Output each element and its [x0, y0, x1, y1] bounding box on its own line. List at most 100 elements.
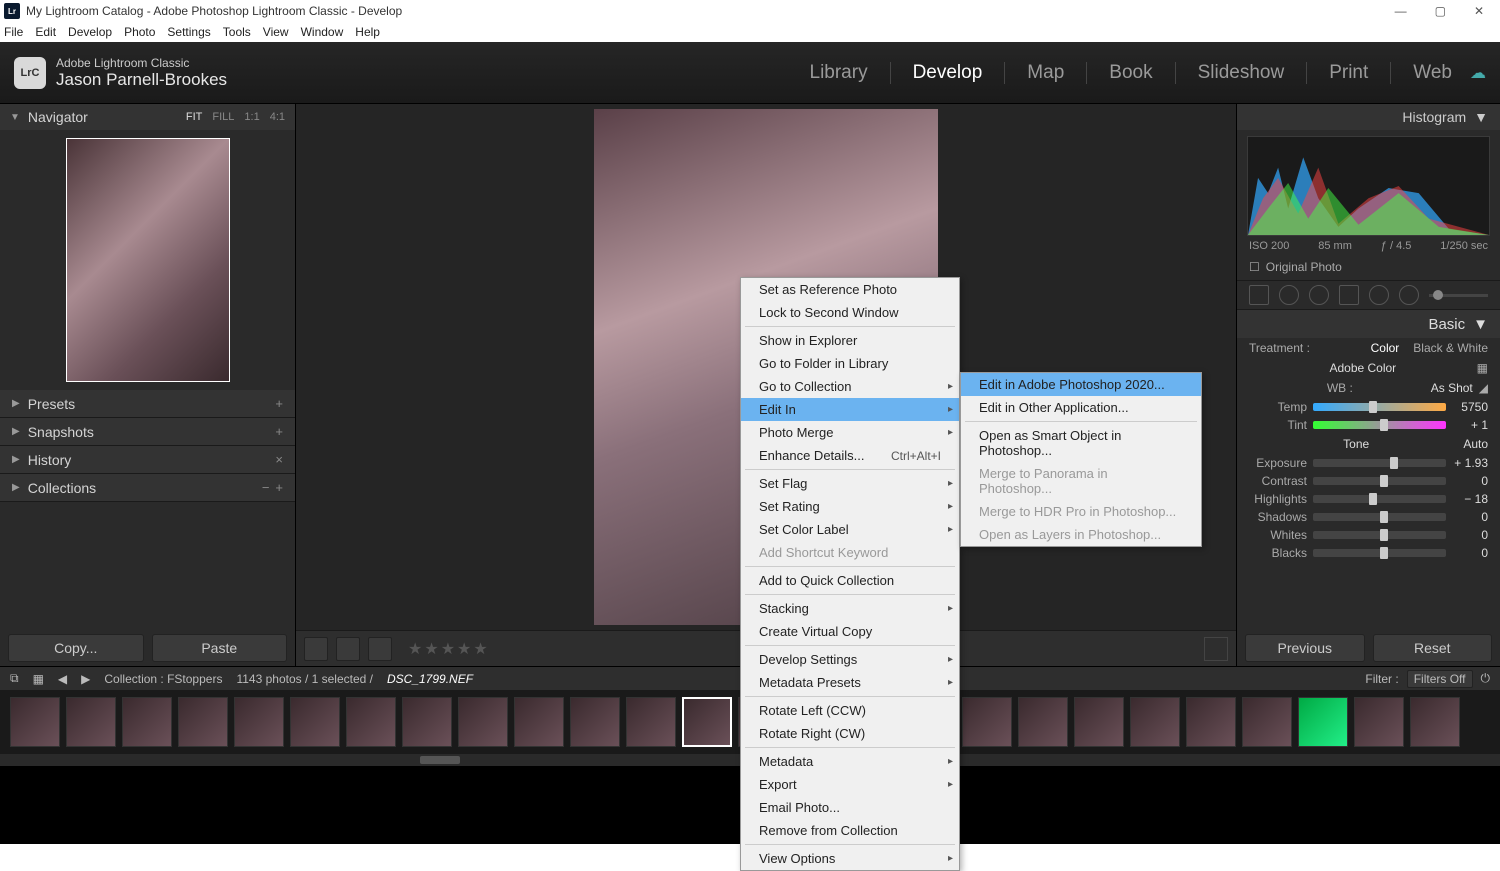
grid-icon[interactable]: ▦ — [33, 672, 44, 686]
grid-icon[interactable]: ▦ — [1477, 361, 1488, 375]
module-develop[interactable]: Develop — [913, 62, 983, 84]
paste-button[interactable]: Paste — [152, 634, 288, 662]
auto-button[interactable]: Auto — [1463, 437, 1488, 451]
whites-slider[interactable] — [1313, 531, 1446, 539]
filmstrip-thumb[interactable] — [122, 697, 172, 747]
menu-item[interactable]: Add to Quick Collection — [741, 569, 959, 592]
module-web[interactable]: Web — [1413, 62, 1452, 84]
menu-view[interactable]: View — [263, 25, 289, 39]
reset-button[interactable]: Reset — [1373, 634, 1493, 662]
shadows-value[interactable]: 0 — [1452, 510, 1488, 524]
menu-item[interactable]: Enhance Details...Ctrl+Alt+I — [741, 444, 959, 467]
menu-item[interactable]: Develop Settings — [741, 648, 959, 671]
context-submenu-edit-in[interactable]: Edit in Adobe Photoshop 2020...Edit in O… — [960, 372, 1202, 547]
menu-tools[interactable]: Tools — [223, 25, 251, 39]
filmstrip-thumb[interactable] — [1298, 697, 1348, 747]
zoom-fit[interactable]: FIT — [186, 111, 203, 123]
chevron-down-icon[interactable]: ▼ — [1474, 109, 1488, 125]
menu-edit[interactable]: Edit — [35, 25, 56, 39]
filmstrip-thumb[interactable] — [458, 697, 508, 747]
module-map[interactable]: Map — [1027, 62, 1064, 84]
module-picker[interactable]: LibraryDevelopMapBookSlideshowPrintWeb — [810, 62, 1453, 84]
before-after-button[interactable] — [336, 637, 360, 661]
second-window-icon[interactable]: ⧉ — [10, 671, 19, 686]
shadows-slider[interactable] — [1313, 513, 1446, 521]
zoom-1:1[interactable]: 1:1 — [244, 111, 259, 123]
treatment-color[interactable]: Color — [1371, 341, 1400, 355]
filmstrip-thumb[interactable] — [10, 697, 60, 747]
menu-item[interactable]: Edit In — [741, 398, 959, 421]
crop-tool[interactable] — [1249, 285, 1269, 305]
filmstrip-thumb[interactable] — [1354, 697, 1404, 747]
panel-action[interactable]: × — [275, 452, 283, 467]
grad-filter-tool[interactable] — [1339, 285, 1359, 305]
previous-button[interactable]: Previous — [1245, 634, 1365, 662]
filter-lock-icon[interactable]: ⏻ — [1481, 671, 1491, 686]
zoom-fill[interactable]: FILL — [212, 111, 234, 123]
panel-action[interactable]: + — [275, 396, 283, 411]
navigator-preview[interactable] — [0, 130, 295, 390]
menu-item[interactable]: Stacking — [741, 597, 959, 620]
checkbox-icon[interactable]: ☐ — [1249, 260, 1260, 274]
exposure-slider[interactable] — [1313, 459, 1446, 467]
chevron-down-icon[interactable]: ▼ — [1473, 316, 1488, 333]
filmstrip-thumb[interactable] — [962, 697, 1012, 747]
histogram-chart[interactable] — [1247, 136, 1490, 236]
whites-value[interactable]: 0 — [1452, 528, 1488, 542]
tint-value[interactable]: + 1 — [1452, 418, 1488, 432]
module-library[interactable]: Library — [810, 62, 868, 84]
filmstrip-thumb[interactable] — [626, 697, 676, 747]
filmstrip-thumb[interactable] — [290, 697, 340, 747]
contrast-slider[interactable] — [1313, 477, 1446, 485]
menu-item[interactable]: Metadata Presets — [741, 671, 959, 694]
menu-item[interactable]: Go to Collection — [741, 375, 959, 398]
menubar[interactable]: FileEditDevelopPhotoSettingsToolsViewWin… — [0, 22, 1500, 42]
menu-item[interactable]: Lock to Second Window — [741, 301, 959, 324]
temp-value[interactable]: 5750 — [1452, 400, 1488, 414]
menu-item[interactable]: Set Rating — [741, 495, 959, 518]
tint-slider[interactable] — [1313, 421, 1446, 429]
menu-item[interactable]: Show in Explorer — [741, 329, 959, 352]
menu-item[interactable]: Edit in Other Application... — [961, 396, 1201, 419]
blacks-slider[interactable] — [1313, 549, 1446, 557]
wb-value[interactable]: As Shot — [1431, 381, 1473, 395]
compare-button[interactable] — [368, 637, 392, 661]
spot-tool[interactable] — [1279, 285, 1299, 305]
filmstrip-thumb[interactable] — [402, 697, 452, 747]
highlights-value[interactable]: − 18 — [1452, 492, 1488, 506]
exposure-value[interactable]: + 1.93 — [1452, 456, 1488, 470]
panel-action[interactable]: + — [275, 480, 283, 495]
filmstrip-thumb[interactable] — [346, 697, 396, 747]
panel-action[interactable]: + — [275, 424, 283, 439]
menu-item[interactable]: Export — [741, 773, 959, 796]
loupe-view-button[interactable] — [304, 637, 328, 661]
filmstrip-thumb[interactable] — [682, 697, 732, 747]
filmstrip-thumb[interactable] — [1410, 697, 1460, 747]
filmstrip-thumb[interactable] — [1242, 697, 1292, 747]
close-button[interactable]: ✕ — [1474, 4, 1484, 18]
redeye-tool[interactable] — [1309, 285, 1329, 305]
menu-item[interactable]: Set Color Label — [741, 518, 959, 541]
rating-stars[interactable]: ★★★★★ — [408, 639, 490, 659]
filmstrip-thumb[interactable] — [1074, 697, 1124, 747]
menu-item[interactable]: View Options — [741, 847, 959, 870]
soft-proof-toggle[interactable] — [1204, 637, 1228, 661]
filmstrip-thumb[interactable] — [1186, 697, 1236, 747]
module-print[interactable]: Print — [1329, 62, 1368, 84]
menu-file[interactable]: File — [4, 25, 23, 39]
menu-item[interactable]: Rotate Left (CCW) — [741, 699, 959, 722]
context-menu[interactable]: Set as Reference PhotoLock to Second Win… — [740, 277, 960, 871]
blacks-value[interactable]: 0 — [1452, 546, 1488, 560]
menu-item[interactable]: Create Virtual Copy — [741, 620, 959, 643]
cloud-sync-icon[interactable]: ☁ — [1470, 63, 1486, 83]
filmstrip-thumb[interactable] — [178, 697, 228, 747]
eyedropper-icon[interactable]: ◢ — [1479, 381, 1488, 395]
treatment-bw[interactable]: Black & White — [1413, 341, 1488, 355]
filmstrip-thumb[interactable] — [570, 697, 620, 747]
menu-item[interactable]: Photo Merge — [741, 421, 959, 444]
brush-tool[interactable] — [1399, 285, 1419, 305]
collection-label[interactable]: Collection : FStoppers — [104, 672, 222, 686]
minimize-button[interactable]: — — [1395, 4, 1407, 18]
panel-presets[interactable]: ▶Presets+ — [0, 390, 295, 418]
module-slideshow[interactable]: Slideshow — [1198, 62, 1285, 84]
